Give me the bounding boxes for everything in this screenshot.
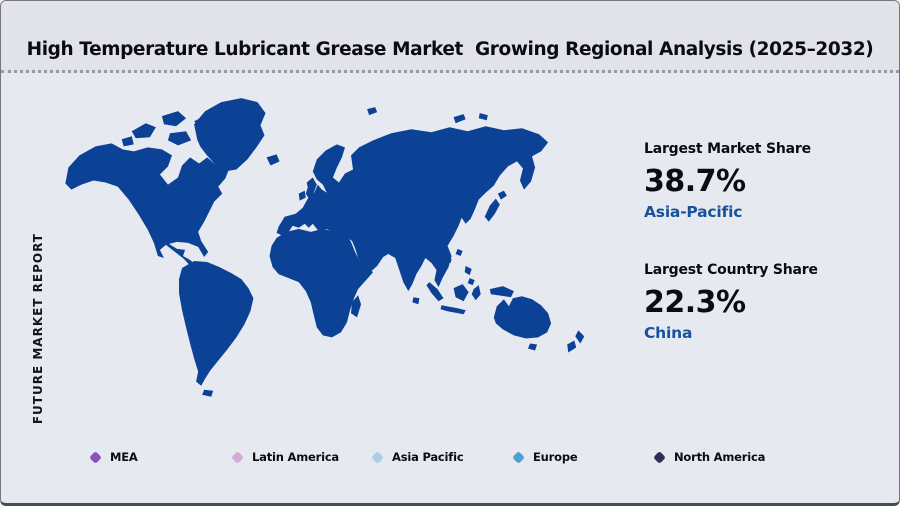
legend: MEA Latin America Asia Pacific Europe No… [1,447,899,467]
legend-item-latin-america: Latin America [231,447,339,467]
page-title: High Temperature Lubricant Grease Market… [26,39,874,60]
stat-value: 38.7% [644,164,746,199]
world-map [59,85,643,437]
legend-label: Latin America [252,450,339,464]
legend-marker-icon [231,450,244,464]
legend-item-north-america: North America [653,447,766,467]
stat-largest-market-share: Largest Market Share 38.7% Asia-Pacific [644,141,884,221]
legend-label: Europe [533,450,578,464]
world-map-shapes [65,98,585,397]
legend-marker-icon [512,450,525,464]
legend-item-mea: MEA [89,447,138,467]
brand-watermark: FUTURE MARKET REPORT [31,233,45,425]
stat-label: Largest Country Share [644,262,818,278]
infographic-card: High Temperature Lubricant Grease Market… [0,0,900,506]
stat-region: China [644,324,693,342]
stat-label: Largest Market Share [644,141,811,157]
legend-label: Asia Pacific [392,450,464,464]
header-band: High Temperature Lubricant Grease Market… [1,1,899,73]
legend-marker-icon [371,450,384,464]
stat-largest-country-share: Largest Country Share 22.3% China [644,262,884,342]
stat-value: 22.3% [644,285,746,320]
legend-item-europe: Europe [512,447,578,467]
legend-label: MEA [110,450,138,464]
legend-marker-icon [653,450,666,464]
stat-region: Asia-Pacific [644,203,743,221]
legend-label: North America [674,450,766,464]
legend-marker-icon [89,450,102,464]
legend-item-asia-pacific: Asia Pacific [371,447,464,467]
